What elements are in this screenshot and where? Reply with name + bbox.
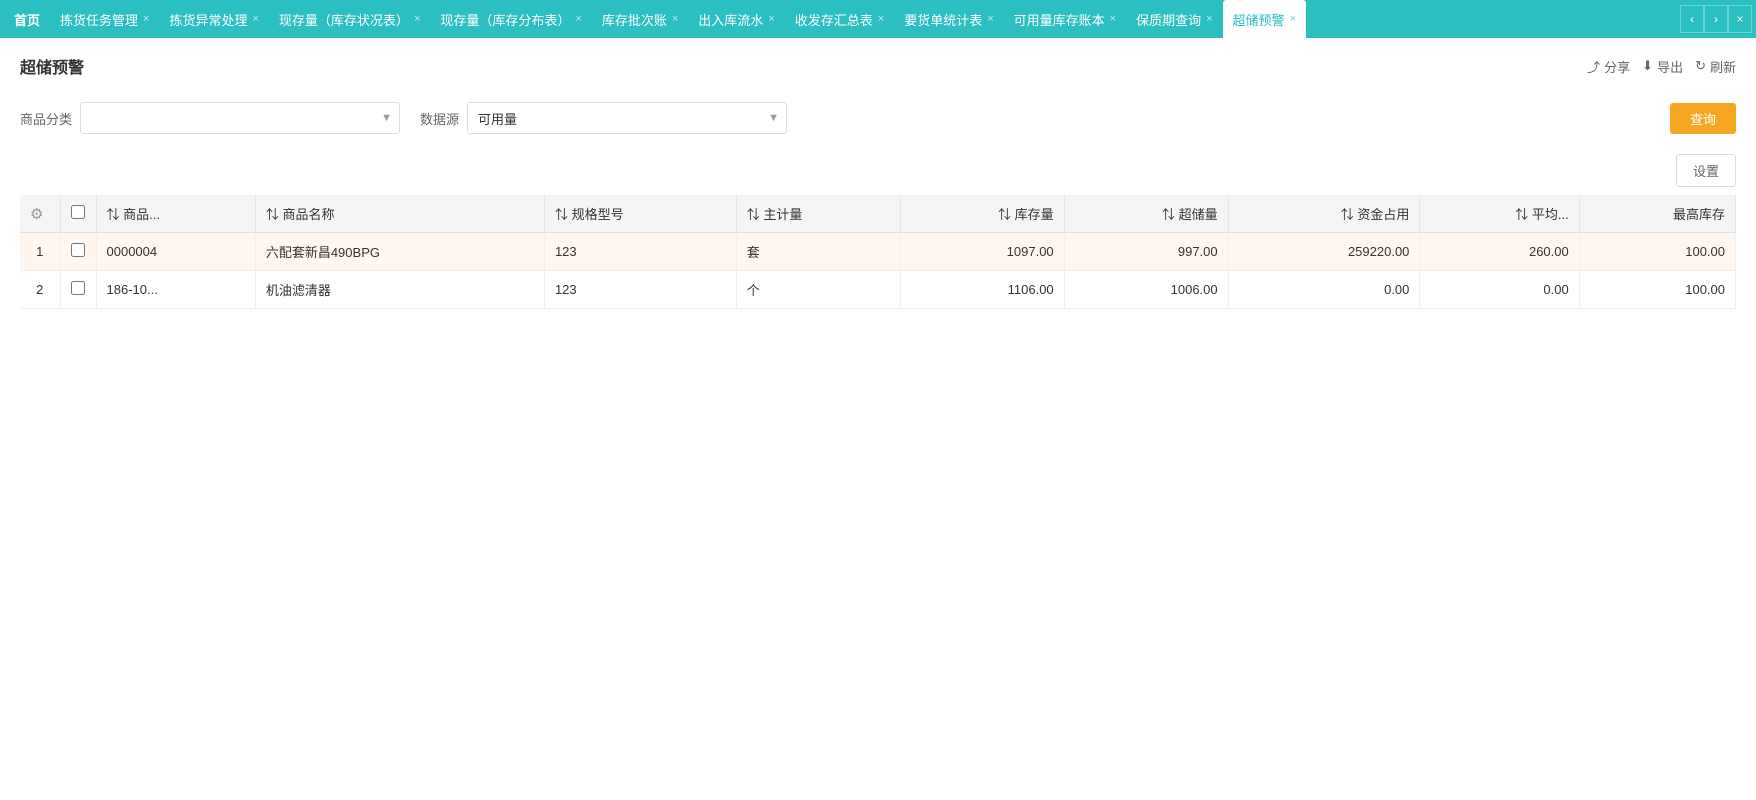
settings-button[interactable]: 设置 xyxy=(1676,154,1736,187)
col-avg[interactable]: ⇅ 平均... xyxy=(1420,195,1579,233)
top-nav: 首页 拣货任务管理 × 拣货异常处理 × 现存量（库存状况表） × 现存量（库存… xyxy=(0,0,1756,38)
cell-product-name: 机油滤清器 xyxy=(255,271,544,309)
nav-shelf-life[interactable]: 保质期查询 × xyxy=(1126,0,1222,38)
cell-overstock: 1006.00 xyxy=(1064,271,1228,309)
nav-prev-btn[interactable]: ‹ xyxy=(1680,5,1704,33)
nav-more-btn[interactable]: × xyxy=(1728,5,1752,33)
share-icon: ⤴ xyxy=(1587,57,1600,76)
nav-inventory-dist[interactable]: 现存量（库存分布表） × xyxy=(430,0,591,38)
row-checkbox-cell xyxy=(60,271,96,309)
nav-receipt-summary[interactable]: 收发存汇总表 × xyxy=(785,0,894,38)
refresh-icon: ↻ xyxy=(1695,58,1706,74)
nav-inout-flow[interactable]: 出入库流水 × xyxy=(688,0,784,38)
cell-max-stock: 100.00 xyxy=(1579,271,1735,309)
settings-row: 设置 xyxy=(20,154,1736,187)
close-overstock-alert[interactable]: × xyxy=(1290,13,1296,25)
close-shelf-life[interactable]: × xyxy=(1206,13,1212,25)
row-checkbox-cell xyxy=(60,233,96,271)
data-table: ⚙ ⇅ 商品... ⇅ 商品名称 ⇅ 规格型号 ⇅ 主计量 ⇅ xyxy=(20,195,1736,309)
col-spec[interactable]: ⇅ 规格型号 xyxy=(544,195,736,233)
close-order-stats[interactable]: × xyxy=(987,13,993,25)
nav-order-stats[interactable]: 要货单统计表 × xyxy=(894,0,1003,38)
close-pick-task[interactable]: × xyxy=(143,13,149,25)
col-settings: ⚙ xyxy=(20,195,60,233)
nav-pick-task[interactable]: 拣货任务管理 × xyxy=(50,0,159,38)
category-label: 商品分类 xyxy=(20,109,72,128)
query-button[interactable]: 查询 xyxy=(1670,103,1736,134)
close-inventory-dist[interactable]: × xyxy=(575,13,581,25)
page-header: 超储预警 ⤴ 分享 ⬇ 导出 ↻ 刷新 xyxy=(20,54,1736,78)
cell-spec: 123 xyxy=(544,271,736,309)
col-product-code[interactable]: ⇅ 商品... xyxy=(96,195,255,233)
col-inventory[interactable]: ⇅ 库存量 xyxy=(900,195,1064,233)
cell-max-stock: 100.00 xyxy=(1579,233,1735,271)
cell-overstock: 997.00 xyxy=(1064,233,1228,271)
table-header-row: ⚙ ⇅ 商品... ⇅ 商品名称 ⇅ 规格型号 ⇅ 主计量 ⇅ xyxy=(20,195,1736,233)
category-select-wrapper: ▼ xyxy=(80,102,400,134)
col-checkbox-header xyxy=(60,195,96,233)
table-body: 1 0000004 六配套新昌490BPG 123 套 1097.00 997.… xyxy=(20,233,1736,309)
col-max-stock[interactable]: 最高库存 xyxy=(1579,195,1735,233)
col-overstock[interactable]: ⇅ 超储量 xyxy=(1064,195,1228,233)
row-num: 2 xyxy=(20,271,60,309)
nav-avail-ledger[interactable]: 可用量库存账本 × xyxy=(1004,0,1126,38)
filter-bar: 商品分类 ▼ 数据源 可用量 ▼ 查询 xyxy=(20,94,1736,142)
datasource-filter: 数据源 可用量 ▼ xyxy=(420,102,787,134)
table-gear-icon[interactable]: ⚙ xyxy=(30,206,43,223)
nav-pick-exception[interactable]: 拣货异常处理 × xyxy=(159,0,268,38)
export-button[interactable]: ⬇ 导出 xyxy=(1642,57,1683,76)
cell-inventory: 1106.00 xyxy=(900,271,1064,309)
filter-buttons: 查询 xyxy=(1670,103,1736,134)
row-num: 1 xyxy=(20,233,60,271)
table-row: 2 186-10... 机油滤清器 123 个 1106.00 1006.00 … xyxy=(20,271,1736,309)
cell-capital: 0.00 xyxy=(1228,271,1420,309)
cell-product-code: 0000004 xyxy=(96,233,255,271)
nav-arrows: ‹ › × xyxy=(1680,5,1752,33)
nav-next-btn[interactable]: › xyxy=(1704,5,1728,33)
nav-inventory-status[interactable]: 现存量（库存状况表） × xyxy=(269,0,430,38)
cell-product-code: 186-10... xyxy=(96,271,255,309)
cell-unit: 套 xyxy=(736,233,900,271)
cell-unit: 个 xyxy=(736,271,900,309)
row-checkbox[interactable] xyxy=(71,281,85,295)
category-filter: 商品分类 ▼ xyxy=(20,102,400,134)
cell-product-name: 六配套新昌490BPG xyxy=(255,233,544,271)
category-select[interactable] xyxy=(80,102,400,134)
select-all-checkbox[interactable] xyxy=(71,205,85,219)
nav-overstock-alert[interactable]: 超储预警 × xyxy=(1223,0,1306,38)
cell-capital: 259220.00 xyxy=(1228,233,1420,271)
refresh-button[interactable]: ↻ 刷新 xyxy=(1695,57,1736,76)
cell-avg: 260.00 xyxy=(1420,233,1579,271)
page-title: 超储预警 xyxy=(20,54,84,78)
cell-spec: 123 xyxy=(544,233,736,271)
col-capital[interactable]: ⇅ 资金占用 xyxy=(1228,195,1420,233)
close-batch-ledger[interactable]: × xyxy=(672,13,678,25)
close-inventory-status[interactable]: × xyxy=(414,13,420,25)
col-product-name[interactable]: ⇅ 商品名称 xyxy=(255,195,544,233)
table-row: 1 0000004 六配套新昌490BPG 123 套 1097.00 997.… xyxy=(20,233,1736,271)
col-unit[interactable]: ⇅ 主计量 xyxy=(736,195,900,233)
row-checkbox[interactable] xyxy=(71,243,85,257)
close-receipt-summary[interactable]: × xyxy=(878,13,884,25)
cell-avg: 0.00 xyxy=(1420,271,1579,309)
share-button[interactable]: ⤴ 分享 xyxy=(1587,57,1630,76)
main-content: 超储预警 ⤴ 分享 ⬇ 导出 ↻ 刷新 商品分类 ▼ xyxy=(0,38,1756,800)
datasource-label: 数据源 xyxy=(420,109,459,128)
close-inout-flow[interactable]: × xyxy=(768,13,774,25)
datasource-select-wrapper: 可用量 ▼ xyxy=(467,102,787,134)
close-avail-ledger[interactable]: × xyxy=(1110,13,1116,25)
close-pick-exception[interactable]: × xyxy=(252,13,258,25)
export-icon: ⬇ xyxy=(1642,58,1653,74)
header-actions: ⤴ 分享 ⬇ 导出 ↻ 刷新 xyxy=(1587,57,1736,76)
nav-home[interactable]: 首页 xyxy=(4,0,50,38)
datasource-select[interactable]: 可用量 xyxy=(467,102,787,134)
nav-batch-ledger[interactable]: 库存批次账 × xyxy=(592,0,688,38)
cell-inventory: 1097.00 xyxy=(900,233,1064,271)
